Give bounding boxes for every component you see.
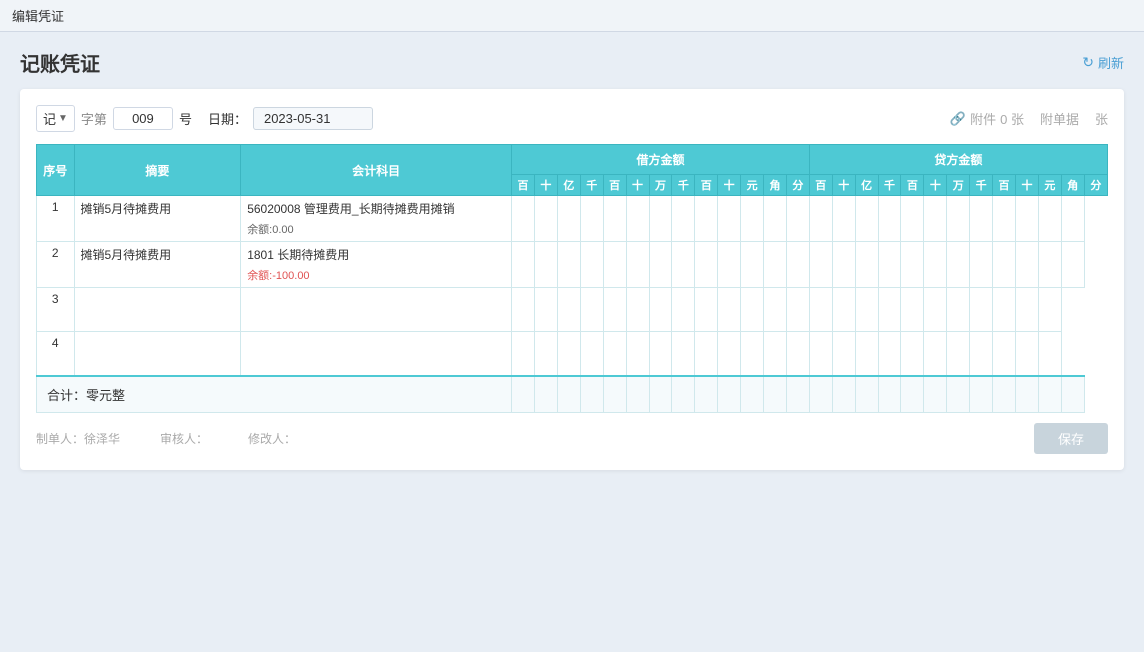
th-digit-4: 百 — [603, 175, 626, 196]
attach-count: 0 张 — [1000, 109, 1024, 128]
th-digit-11: 角 — [764, 175, 787, 196]
title-bar-label: 编辑凭证 — [12, 6, 64, 25]
form-row: 记 ▼ 字第 号 日期： 🔗 附件 0 张 附单据 张 — [36, 105, 1108, 132]
th-digit-3: 千 — [580, 175, 603, 196]
row-account-2[interactable]: 1801 长期待摊费用 余额:-100.00 — [241, 242, 512, 288]
th-digit-22: 十 — [1016, 175, 1039, 196]
date-label: 日期： — [208, 109, 247, 128]
editor-label: 修改人： — [248, 430, 296, 447]
th-digit-0: 百 — [512, 175, 535, 196]
th-digit-15: 亿 — [855, 175, 878, 196]
table-row: 2 摊销5月待摊费用 1801 长期待摊费用 余额:-100.00 — [37, 242, 1108, 288]
th-digit-17: 百 — [901, 175, 924, 196]
th-credit: 贷方金额 — [809, 145, 1107, 175]
page-header: 记账凭证 ↻ 刷新 — [20, 48, 1124, 77]
row-account-4[interactable] — [241, 332, 512, 376]
th-digit-21: 百 — [993, 175, 1016, 196]
th-digit-5: 十 — [626, 175, 649, 196]
footer-row: 制单人：徐泽华 审核人： 修改人： 保存 — [36, 413, 1108, 454]
th-digit-12: 分 — [786, 175, 809, 196]
table-row: 1 摊销5月待摊费用 56020008 管理费用_长期待摊费用摊销 余额:0.0… — [37, 196, 1108, 242]
th-digit-6: 万 — [649, 175, 672, 196]
row-account-3[interactable] — [241, 288, 512, 332]
row-summary-1[interactable]: 摊销5月待摊费用 — [74, 196, 241, 242]
attachment-link[interactable]: 🔗 附件 0 张 — [950, 109, 1024, 128]
row-summary-3[interactable] — [74, 288, 241, 332]
th-digit-16: 千 — [878, 175, 901, 196]
th-digit-8: 百 — [695, 175, 718, 196]
fu-dan-ju-link[interactable]: 附单据 — [1040, 109, 1079, 128]
chevron-down-icon: ▼ — [58, 113, 68, 124]
th-digit-24: 角 — [1061, 175, 1084, 196]
th-digit-1: 十 — [534, 175, 557, 196]
voucher-number-input[interactable] — [113, 107, 173, 130]
th-digit-10: 元 — [741, 175, 764, 196]
th-digit-2: 亿 — [557, 175, 580, 196]
row-seq-2: 2 — [37, 242, 75, 288]
th-digit-25: 分 — [1084, 175, 1107, 196]
zhang-label: 张 — [1095, 109, 1108, 128]
title-bar: 编辑凭证 — [0, 0, 1144, 32]
attachment-area: 🔗 附件 0 张 附单据 张 — [950, 109, 1108, 128]
th-account: 会计科目 — [241, 145, 512, 196]
th-digit-20: 千 — [970, 175, 993, 196]
refresh-icon: ↻ — [1082, 54, 1094, 71]
table-row: 4 — [37, 332, 1108, 376]
total-label: 合计：零元整 — [37, 376, 512, 413]
th-debit: 借方金额 — [512, 145, 810, 175]
refresh-button[interactable]: ↻ 刷新 — [1082, 53, 1124, 72]
row-seq-3: 3 — [37, 288, 75, 332]
hao-label: 号 — [179, 109, 192, 128]
th-digit-18: 十 — [924, 175, 947, 196]
total-row: 合计：零元整 — [37, 376, 1108, 413]
row-seq-1: 1 — [37, 196, 75, 242]
table-row: 3 — [37, 288, 1108, 332]
th-digit-7: 千 — [672, 175, 695, 196]
reviewer-label: 审核人： — [160, 430, 208, 447]
type-group: 记 ▼ 字第 号 — [36, 105, 192, 132]
type-select[interactable]: 记 ▼ — [36, 105, 75, 132]
th-summary: 摘要 — [74, 145, 241, 196]
voucher-card: 记 ▼ 字第 号 日期： 🔗 附件 0 张 附单据 张 — [20, 89, 1124, 470]
th-digit-13: 百 — [809, 175, 832, 196]
row-summary-4[interactable] — [74, 332, 241, 376]
paperclip-icon: 🔗 — [950, 111, 966, 127]
main-container: 记账凭证 ↻ 刷新 记 ▼ 字第 号 日期： 🔗 — [0, 32, 1144, 652]
zi-label: 字第 — [81, 109, 107, 128]
th-digit-19: 万 — [947, 175, 970, 196]
date-input[interactable] — [253, 107, 373, 130]
date-group: 日期： — [208, 107, 373, 130]
type-value: 记 — [43, 109, 56, 128]
th-digit-9: 十 — [718, 175, 741, 196]
attachment-label: 附件 — [970, 109, 996, 128]
creator-label: 制单人：徐泽华 — [36, 430, 120, 447]
row-account-1[interactable]: 56020008 管理费用_长期待摊费用摊销 余额:0.00 — [241, 196, 512, 242]
page-title: 记账凭证 — [20, 48, 100, 77]
row-seq-4: 4 — [37, 332, 75, 376]
th-digit-14: 十 — [832, 175, 855, 196]
th-digit-23: 元 — [1038, 175, 1061, 196]
voucher-table-wrapper: 序号 摘要 会计科目 借方金额 贷方金额 百 十 亿 千 百 十 万 — [36, 144, 1108, 413]
save-button[interactable]: 保存 — [1034, 423, 1108, 454]
voucher-table: 序号 摘要 会计科目 借方金额 贷方金额 百 十 亿 千 百 十 万 — [36, 144, 1108, 413]
row-summary-2[interactable]: 摊销5月待摊费用 — [74, 242, 241, 288]
th-seq: 序号 — [37, 145, 75, 196]
